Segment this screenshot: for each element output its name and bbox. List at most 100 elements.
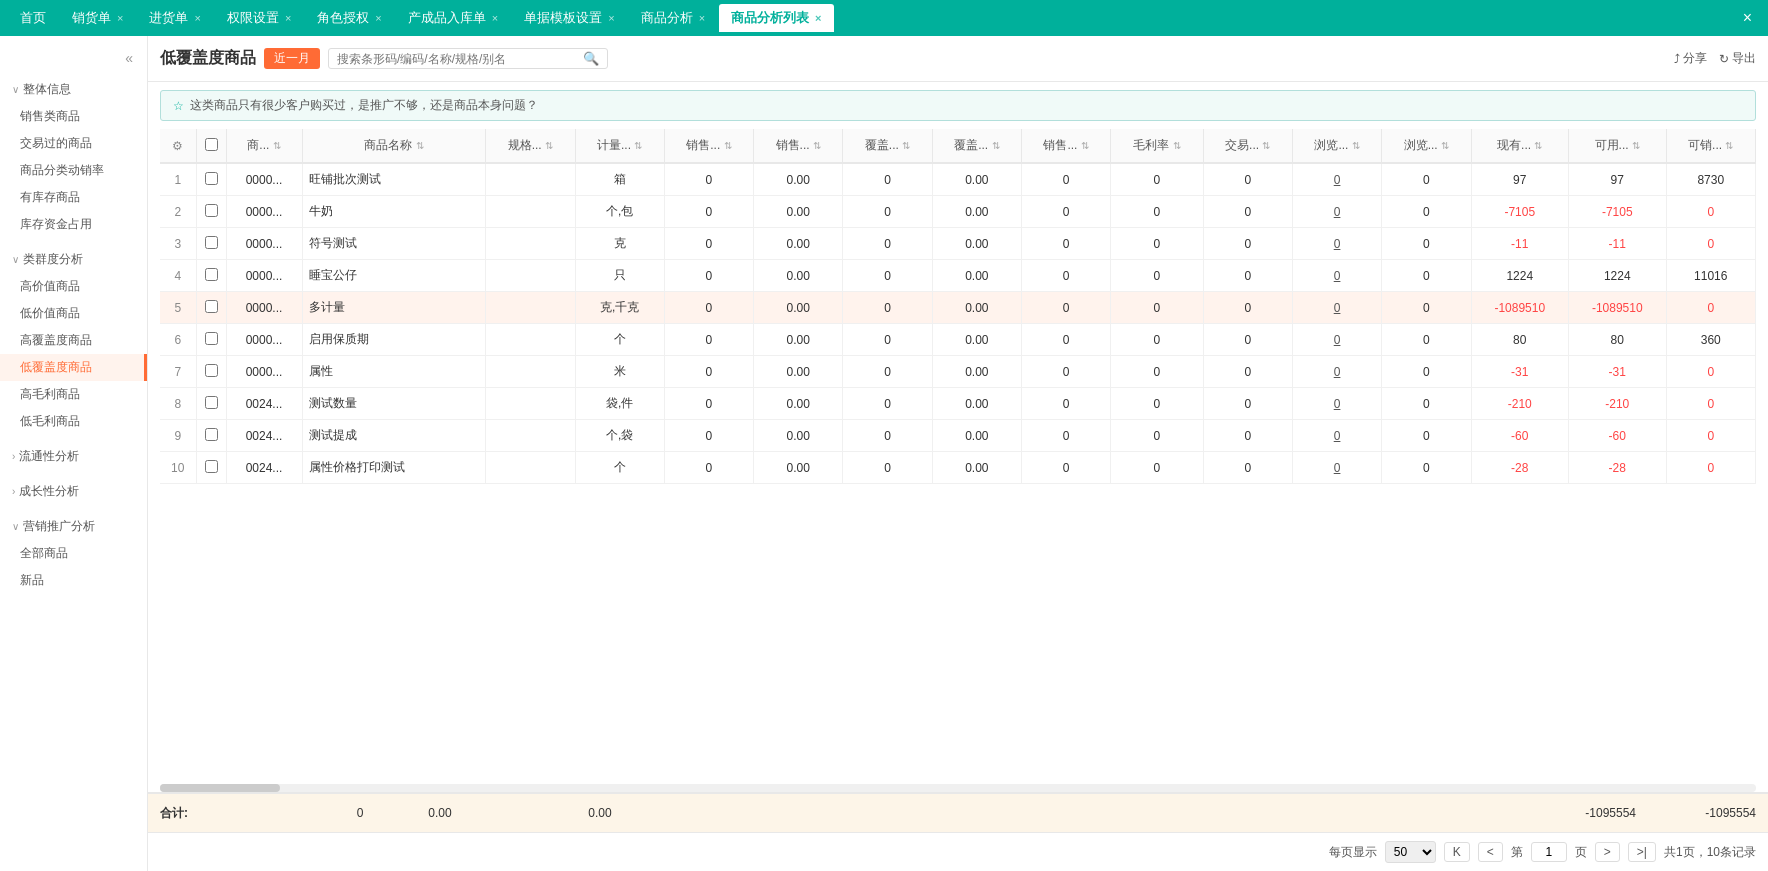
browse1-column-header[interactable]: 浏览... ⇅ [1292,129,1381,163]
row-browse1[interactable]: 0 [1292,196,1381,228]
horizontal-scrollbar[interactable] [160,784,1756,792]
trans-column-header[interactable]: 交易... ⇅ [1203,129,1292,163]
close-icon[interactable]: × [492,12,498,24]
nav-tab-sales[interactable]: 销货单 × [60,4,135,32]
settings-icon[interactable]: ⚙ [172,139,183,153]
row-browse1[interactable]: 0 [1292,228,1381,260]
sidebar-item-sales-goods[interactable]: 销售类商品 [0,103,147,130]
sidebar-item-all-goods[interactable]: 全部商品 [0,540,147,567]
nav-tab-permission[interactable]: 权限设置 × [215,4,303,32]
close-icon[interactable]: × [815,12,821,24]
row-browse1[interactable]: 0 [1292,452,1381,484]
table-container[interactable]: ⚙ 商... ⇅ 商品名称 ⇅ 规格... ⇅ 计量... ⇅ 销售... ⇅ … [148,129,1768,784]
row-sales-qty: 0 [664,163,753,196]
row-browse1[interactable]: 0 [1292,420,1381,452]
row-browse2: 0 [1382,292,1471,324]
sidebar-item-in-stock[interactable]: 有库存商品 [0,184,147,211]
sidebar-item-category-rate[interactable]: 商品分类动销率 [0,157,147,184]
sidebar-item-high-value[interactable]: 高价值商品 [0,273,147,300]
nav-tab-home[interactable]: 首页 [8,4,58,32]
sidebar-item-high-coverage[interactable]: 高覆盖度商品 [0,327,147,354]
sidebar-item-low-value[interactable]: 低价值商品 [0,300,147,327]
gross-rate-column-header[interactable]: 毛利率 ⇅ [1111,129,1203,163]
close-icon[interactable]: × [608,12,614,24]
close-icon[interactable]: × [375,12,381,24]
row-browse1[interactable]: 0 [1292,292,1381,324]
sidebar-item-traded-goods[interactable]: 交易过的商品 [0,130,147,157]
select-all-checkbox[interactable] [205,138,218,151]
sales3-column-header[interactable]: 销售... ⇅ [1021,129,1110,163]
sidebar-item-capital[interactable]: 库存资金占用 [0,211,147,238]
row-checkbox[interactable] [196,420,226,452]
row-checkbox[interactable] [196,452,226,484]
row-checkbox[interactable] [196,388,226,420]
name-column-header[interactable]: 商品名称 ⇅ [302,129,486,163]
stock-avail-column-header[interactable]: 可用... ⇅ [1569,129,1667,163]
row-cover1: 0 [843,388,932,420]
last-page-button[interactable]: >| [1628,842,1656,862]
sales-qty-column-header[interactable]: 销售... ⇅ [664,129,753,163]
table-row: 7 0000... 属性 米 0 0.00 0 0.00 0 0 0 0 0 -… [160,356,1756,388]
sidebar-item-new-goods[interactable]: 新品 [0,567,147,594]
row-checkbox[interactable] [196,292,226,324]
row-browse1[interactable]: 0 [1292,388,1381,420]
total-label: 合计: [160,805,320,822]
next-page-button[interactable]: > [1595,842,1620,862]
row-checkbox[interactable] [196,356,226,388]
window-close-button[interactable]: × [1735,9,1760,27]
nav-tab-role[interactable]: 角色授权 × [305,4,393,32]
stock-sale-column-header[interactable]: 可销... ⇅ [1666,129,1755,163]
cover2-column-header[interactable]: 覆盖... ⇅ [932,129,1021,163]
nav-tab-analysis[interactable]: 商品分析 × [629,4,717,32]
search-input[interactable] [337,52,579,66]
row-browse1[interactable]: 0 [1292,260,1381,292]
period-button[interactable]: 近一月 [264,48,320,69]
nav-tab-template[interactable]: 单据模板设置 × [512,4,626,32]
browse2-column-header[interactable]: 浏览... ⇅ [1382,129,1471,163]
sales-amt-column-header[interactable]: 销售... ⇅ [754,129,843,163]
sidebar-item-low-margin[interactable]: 低毛利商品 [0,408,147,435]
row-sales-qty: 0 [664,452,753,484]
row-checkbox[interactable] [196,228,226,260]
nav-tab-purchase[interactable]: 进货单 × [137,4,212,32]
row-checkbox[interactable] [196,324,226,356]
sidebar-group-marketing[interactable]: ∨ 营销推广分析 [0,513,147,540]
sidebar-group-cluster[interactable]: ∨ 类群度分析 [0,246,147,273]
close-icon[interactable]: × [285,12,291,24]
nav-tab-analysis-list[interactable]: 商品分析列表 × [719,4,833,32]
settings-column-header[interactable]: ⚙ [160,129,196,163]
scrollbar-thumb[interactable] [160,784,280,792]
row-spec [486,420,575,452]
nav-tab-product[interactable]: 产成品入库单 × [396,4,510,32]
sidebar-group-liquidity[interactable]: › 流通性分析 [0,443,147,470]
total-row: 合计: 0 0.00 0.00 -1095554 -1095554 [148,792,1768,832]
current-page-input[interactable] [1531,842,1567,862]
checkbox-column-header[interactable] [196,129,226,163]
code-column-header[interactable]: 商... ⇅ [226,129,302,163]
unit-column-header[interactable]: 计量... ⇅ [575,129,664,163]
export-button[interactable]: ↻ 导出 [1719,50,1756,67]
row-browse1[interactable]: 0 [1292,324,1381,356]
close-icon[interactable]: × [194,12,200,24]
sidebar-item-low-coverage[interactable]: 低覆盖度商品 [0,354,147,381]
close-icon[interactable]: × [699,12,705,24]
stock-now-column-header[interactable]: 现有... ⇅ [1471,129,1569,163]
first-page-button[interactable]: K [1444,842,1470,862]
spec-column-header[interactable]: 规格... ⇅ [486,129,575,163]
row-checkbox[interactable] [196,196,226,228]
row-checkbox[interactable] [196,260,226,292]
row-checkbox[interactable] [196,163,226,196]
row-stock-sale: 0 [1666,196,1755,228]
prev-page-button[interactable]: < [1478,842,1503,862]
sidebar-group-overview[interactable]: ∨ 整体信息 [0,76,147,103]
sidebar-section-cluster: ∨ 类群度分析 高价值商品 低价值商品 高覆盖度商品 低覆盖度商品 高毛利商品 … [0,242,147,439]
sidebar-item-high-margin[interactable]: 高毛利商品 [0,381,147,408]
row-browse1[interactable]: 0 [1292,163,1381,196]
collapse-sidebar-button[interactable]: « [119,48,139,68]
share-button[interactable]: ⤴ 分享 [1674,50,1707,67]
row-browse1[interactable]: 0 [1292,356,1381,388]
page-size-select[interactable]: 50 100 200 [1385,841,1436,863]
close-icon[interactable]: × [117,12,123,24]
cover1-column-header[interactable]: 覆盖... ⇅ [843,129,932,163]
sidebar-group-growth[interactable]: › 成长性分析 [0,478,147,505]
